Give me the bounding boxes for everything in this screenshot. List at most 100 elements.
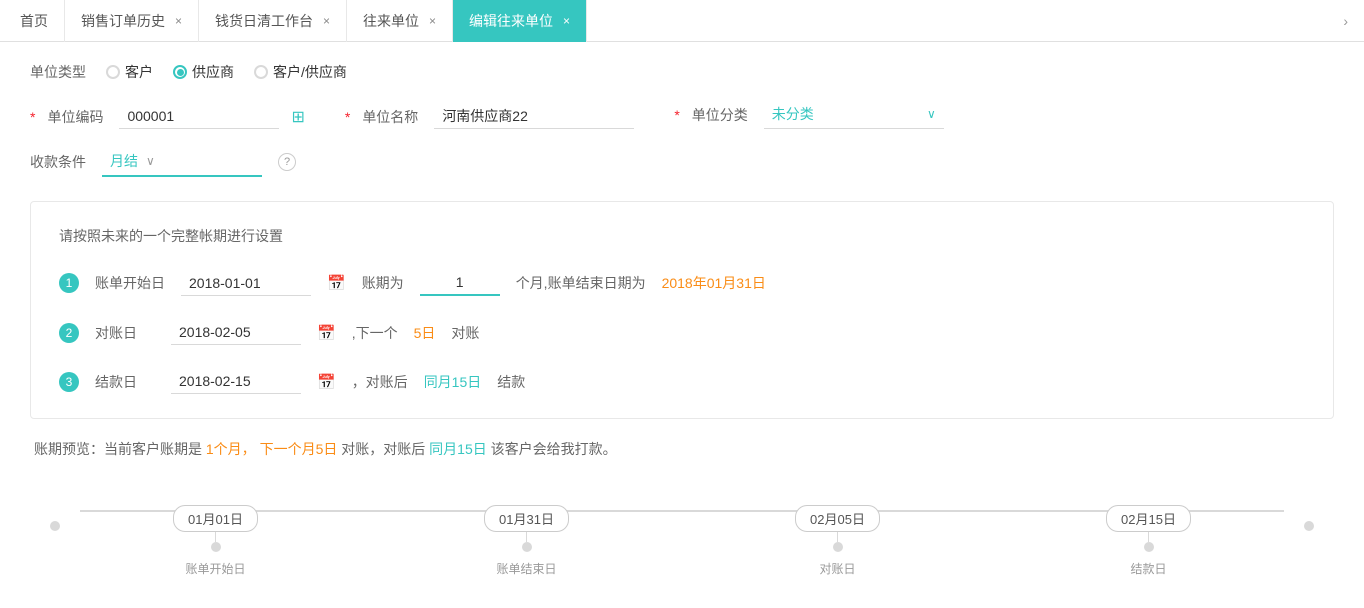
payment-condition-dropdown-arrow: ∨	[146, 154, 155, 168]
unit-type-field: 单位类型 客户 供应商 客户/供应商	[30, 62, 347, 82]
tab-edit-partner-label: 编辑往来单位	[469, 11, 553, 31]
calendar-icon-1[interactable]: 📅	[327, 274, 346, 292]
timeline-dot-3	[833, 542, 843, 552]
tab-sales-order-history[interactable]: 销售订单历史 ×	[65, 0, 199, 42]
close-tab-cash-work[interactable]: ×	[323, 14, 330, 28]
timeline-badge-3: 02月05日	[795, 505, 880, 532]
preview-part2: 下一个月5日	[260, 441, 338, 457]
period-row2-highlight: 5日	[414, 323, 436, 343]
radio-both[interactable]: 客户/供应商	[254, 62, 347, 82]
unit-category-value: 未分类	[772, 104, 814, 124]
period-settings-box: 请按照未来的一个完整帐期进行设置 1 账单开始日 📅 账期为 个月,账单结束日期…	[30, 201, 1334, 419]
preview-section: 账期预览：当前客户账期是 1个月， 下一个月5日 对账，对账后 同月15日 该客…	[30, 439, 1334, 459]
timeline-end-dot	[1304, 521, 1314, 531]
payment-condition-label: 收款条件	[30, 152, 86, 172]
timeline-start-dot	[50, 521, 60, 531]
radio-supplier-circle	[173, 65, 187, 79]
timeline-dot-2	[522, 542, 532, 552]
radio-supplier-label: 供应商	[192, 62, 234, 82]
payment-help-icon[interactable]: ?	[278, 153, 296, 171]
timeline-label-1: 账单开始日	[185, 560, 245, 577]
period-label-1: 账单开始日	[95, 273, 165, 293]
period-months-input[interactable]	[420, 270, 500, 296]
tab-partner-unit[interactable]: 往来单位 ×	[347, 0, 453, 42]
timeline-label-3: 对账日	[819, 560, 855, 577]
timeline-connector-2	[526, 532, 527, 542]
calendar-icon-2[interactable]: 📅	[317, 324, 336, 342]
timeline-dot-4	[1144, 542, 1154, 552]
period-months-unit: 个月,账单结束日期为	[516, 273, 646, 293]
unit-info-row: * 单位编码 ⊞ * 单位名称 * 单位分类 未分类 ∨	[30, 100, 1334, 129]
period-row3-highlight: 同月15日	[424, 372, 482, 392]
timeline-connector-1	[215, 532, 216, 542]
unit-category-field: * 单位分类 未分类 ∨	[674, 100, 943, 129]
period-num-3: 3	[59, 372, 79, 392]
close-tab-sales-order-history[interactable]: ×	[175, 14, 182, 28]
unit-code-input[interactable]	[119, 104, 279, 129]
period-row3-prefix: ，对账后	[352, 372, 408, 392]
tab-home-label: 首页	[20, 11, 48, 31]
radio-both-label: 客户/供应商	[273, 62, 347, 82]
timeline-connector-4	[1148, 532, 1149, 542]
timeline-badge-1: 01月01日	[173, 505, 258, 532]
main-content: 单位类型 客户 供应商 客户/供应商 * 单位编码	[0, 42, 1364, 608]
tab-cash-work-label: 钱货日清工作台	[215, 11, 313, 31]
timeline-label-2: 账单结束日	[496, 560, 556, 577]
close-tab-partner-unit[interactable]: ×	[429, 14, 436, 28]
timeline-point-4: 02月15日 结款日	[993, 505, 1304, 577]
period-row-2: 2 对账日 📅 ,下一个 5日 对账	[59, 320, 1305, 345]
tabs-scroll-arrow[interactable]: ›	[1335, 13, 1356, 29]
unit-category-dropdown-icon: ∨	[927, 107, 936, 121]
period-date-input-3[interactable]	[171, 369, 301, 394]
unit-type-label: 单位类型	[30, 62, 86, 82]
unit-code-copy-icon[interactable]: ⊞	[291, 107, 304, 127]
unit-name-input[interactable]	[434, 104, 634, 129]
period-row2-suffix: 对账	[451, 323, 479, 343]
radio-customer-circle	[106, 65, 120, 79]
unit-name-field: * 单位名称	[345, 104, 634, 129]
calendar-icon-3[interactable]: 📅	[317, 373, 336, 391]
radio-customer-label: 客户	[125, 62, 153, 82]
tab-cash-work[interactable]: 钱货日清工作台 ×	[199, 0, 347, 42]
tab-edit-partner[interactable]: 编辑往来单位 ×	[453, 0, 587, 42]
tab-sales-order-history-label: 销售订单历史	[81, 11, 165, 31]
unit-type-radio-group: 客户 供应商 客户/供应商	[106, 62, 347, 82]
timeline-dot-1	[211, 542, 221, 552]
tab-home[interactable]: 首页	[8, 0, 65, 42]
preview-part1: 1个月，	[206, 441, 256, 457]
unit-code-required-star: *	[30, 109, 35, 125]
unit-category-select[interactable]: 未分类 ∨	[764, 100, 944, 129]
payment-condition-field: 收款条件 月结 ∨ ?	[30, 147, 296, 177]
timeline-container: 01月01日 账单开始日 01月31日 账单结束日 02月05日 对账日	[30, 489, 1334, 577]
unit-category-required-star: *	[674, 107, 679, 123]
period-label-3: 结款日	[95, 372, 155, 392]
period-date-input-2[interactable]	[171, 320, 301, 345]
radio-customer[interactable]: 客户	[106, 62, 153, 82]
radio-supplier[interactable]: 供应商	[173, 62, 234, 82]
timeline-connector-3	[837, 532, 838, 542]
period-row-1: 1 账单开始日 📅 账期为 个月,账单结束日期为 2018年01月31日	[59, 270, 1305, 296]
close-tab-edit-partner[interactable]: ×	[563, 14, 570, 28]
timeline-badge-2: 01月31日	[484, 505, 569, 532]
timeline-point-3: 02月05日 对账日	[682, 505, 993, 577]
unit-name-label: 单位名称	[362, 107, 418, 127]
period-label-2: 对账日	[95, 323, 155, 343]
timeline-label-4: 结款日	[1130, 560, 1166, 577]
unit-code-field: * 单位编码 ⊞	[30, 104, 305, 129]
unit-category-label: 单位分类	[692, 105, 748, 125]
period-row2-prefix: ,下一个	[352, 323, 398, 343]
preview-part3: 同月15日	[429, 441, 487, 457]
period-num-2: 2	[59, 323, 79, 343]
timeline-point-2: 01月31日 账单结束日	[371, 505, 682, 577]
period-row3-suffix: 结款	[497, 372, 525, 392]
period-row-3: 3 结款日 📅 ，对账后 同月15日 结款	[59, 369, 1305, 394]
timeline: 01月01日 账单开始日 01月31日 账单结束日 02月05日 对账日	[50, 489, 1314, 577]
period-end-date-highlight: 2018年01月31日	[662, 273, 766, 293]
radio-both-circle	[254, 65, 268, 79]
tab-partner-unit-label: 往来单位	[363, 11, 419, 31]
unit-type-row: 单位类型 客户 供应商 客户/供应商	[30, 62, 1334, 82]
period-date-input-1[interactable]	[181, 271, 311, 296]
payment-condition-select[interactable]: 月结 ∨	[102, 147, 262, 177]
preview-prefix: 账期预览：当前客户账期是	[34, 441, 202, 457]
period-num-1: 1	[59, 273, 79, 293]
